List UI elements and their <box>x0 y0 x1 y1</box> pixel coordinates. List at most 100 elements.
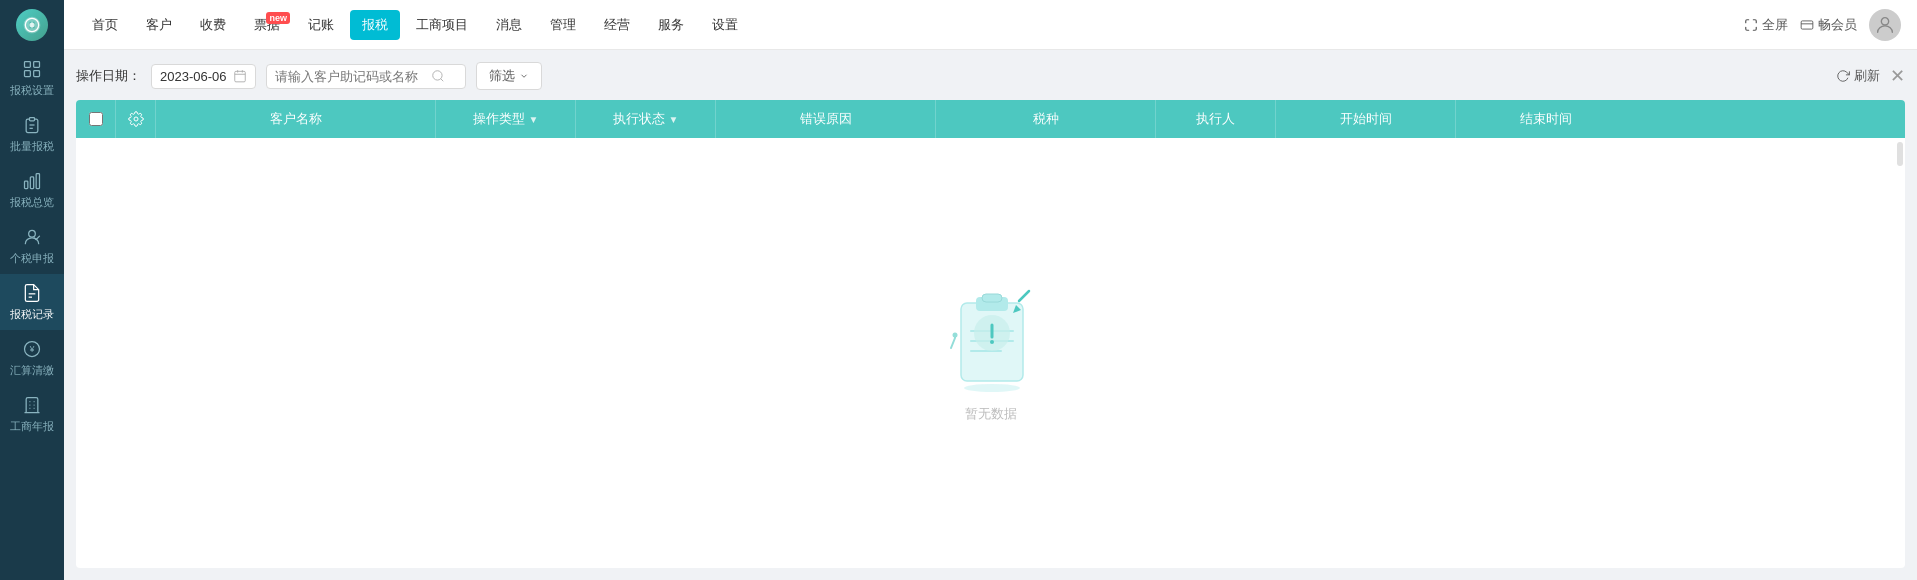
fullscreen-icon <box>1744 18 1758 32</box>
filter-label: 筛选 <box>489 67 515 85</box>
refresh-icon <box>1836 69 1850 83</box>
th-error-reason: 错误原因 <box>716 100 936 138</box>
search-input[interactable] <box>275 69 425 84</box>
th-gear[interactable] <box>116 100 156 138</box>
nav-item-xiaoxi[interactable]: 消息 <box>484 10 534 40</box>
piaoju-badge: new <box>266 12 290 24</box>
th-customer-name: 客户名称 <box>156 100 436 138</box>
th-executor: 执行人 <box>1156 100 1276 138</box>
sidebar-item-label: 汇算清缴 <box>10 363 54 378</box>
filter-button[interactable]: 筛选 <box>476 62 542 90</box>
sidebar-item-label: 报税总览 <box>10 195 54 210</box>
page-body: 操作日期： 2023-06-06 <box>64 50 1917 580</box>
nav-items: 首页 客户 收费 票据 new 记账 报税 工商项目 消息 <box>80 10 1744 40</box>
refresh-label: 刷新 <box>1854 67 1880 85</box>
logo-icon <box>16 9 48 41</box>
calendar-icon <box>233 69 247 83</box>
table-container: 客户名称 操作类型 ▼ 执行状态 ▼ 错误原因 税种 <box>76 100 1905 568</box>
sidebar-item-baoshui-jilu[interactable]: 报税记录 <box>0 274 64 330</box>
svg-rect-18 <box>234 71 245 82</box>
svg-point-22 <box>432 71 441 80</box>
svg-point-11 <box>29 230 36 237</box>
nav-item-kehu[interactable]: 客户 <box>134 10 184 40</box>
nav-item-piaoju[interactable]: 票据 new <box>242 10 292 40</box>
chevron-down-icon <box>519 71 529 81</box>
svg-rect-10 <box>36 174 39 189</box>
toolbar: 操作日期： 2023-06-06 <box>76 62 1905 90</box>
nav-item-jingying[interactable]: 经营 <box>592 10 642 40</box>
nav-item-shouye[interactable]: 首页 <box>80 10 130 40</box>
baoshui-jilu-icon <box>21 282 43 304</box>
sidebar-item-baoshui-zonglan[interactable]: 报税总览 <box>0 162 64 218</box>
nav-item-gongshang-xiangmu[interactable]: 工商项目 <box>404 10 480 40</box>
date-picker[interactable]: 2023-06-06 <box>151 64 256 89</box>
topnav: 首页 客户 收费 票据 new 记账 报税 工商项目 消息 <box>64 0 1917 50</box>
sidebar-item-piliang-baoshui[interactable]: 批量报税 <box>0 106 64 162</box>
sidebar-item-geshui-shenbao[interactable]: 个税申报 <box>0 218 64 274</box>
svg-line-23 <box>440 79 443 82</box>
content-area: 操作日期： 2023-06-06 <box>64 50 1917 580</box>
refresh-button[interactable]: 刷新 <box>1836 67 1880 85</box>
select-all-checkbox[interactable] <box>89 112 103 126</box>
svg-point-24 <box>134 117 138 121</box>
sidebar-item-label: 报税记录 <box>10 307 54 322</box>
scrollbar-thumb[interactable] <box>1897 142 1903 166</box>
search-icon <box>431 69 445 83</box>
nav-item-fuwu[interactable]: 服务 <box>646 10 696 40</box>
svg-text:¥: ¥ <box>29 344 35 354</box>
empty-state: 暂无数据 <box>901 243 1081 463</box>
nav-item-shoufei[interactable]: 收费 <box>188 10 238 40</box>
topnav-right: 全屏 畅会员 <box>1744 9 1901 41</box>
svg-rect-4 <box>34 71 40 77</box>
gongshang-nianbao-icon <box>21 394 43 416</box>
nav-item-jizhang[interactable]: 记账 <box>296 10 346 40</box>
member-button[interactable]: 畅会员 <box>1800 16 1857 34</box>
table-header: 客户名称 操作类型 ▼ 执行状态 ▼ 错误原因 税种 <box>76 100 1905 138</box>
svg-point-36 <box>964 384 1020 392</box>
empty-text: 暂无数据 <box>965 405 1017 423</box>
svg-rect-8 <box>25 181 28 189</box>
sidebar-item-label: 批量报税 <box>10 139 54 154</box>
svg-rect-1 <box>25 62 31 68</box>
sidebar-item-gongshang-nianbao[interactable]: 工商年报 <box>0 386 64 442</box>
th-end-time: 结束时间 <box>1456 100 1636 138</box>
svg-rect-3 <box>25 71 31 77</box>
close-button[interactable]: ✕ <box>1890 67 1905 85</box>
svg-line-37 <box>951 338 955 348</box>
sidebar-item-baoshui-shezhi[interactable]: 报税设置 <box>0 50 64 106</box>
nav-item-guanli[interactable]: 管理 <box>538 10 588 40</box>
svg-point-38 <box>952 333 957 338</box>
table-body: 暂无数据 <box>76 138 1905 568</box>
svg-rect-9 <box>30 177 33 189</box>
sort-icon-exec-status: ▼ <box>669 114 679 125</box>
sidebar-item-label: 工商年报 <box>10 419 54 434</box>
date-value: 2023-06-06 <box>160 69 227 84</box>
fullscreen-label: 全屏 <box>1762 16 1788 34</box>
huisuan-jiaona-icon: ¥ <box>21 338 43 360</box>
empty-illustration <box>941 283 1041 393</box>
sidebar-item-huisuan-jiaona[interactable]: ¥ 汇算清缴 <box>0 330 64 386</box>
gear-icon <box>128 111 144 127</box>
user-avatar[interactable] <box>1869 9 1901 41</box>
svg-rect-27 <box>982 294 1002 302</box>
sidebar-item-label: 个税申报 <box>10 251 54 266</box>
nav-item-baoshui[interactable]: 报税 <box>350 10 400 40</box>
th-checkbox[interactable] <box>76 100 116 138</box>
geshui-shenbao-icon <box>21 226 43 248</box>
th-exec-status[interactable]: 执行状态 ▼ <box>576 100 716 138</box>
svg-point-17 <box>1881 17 1888 24</box>
th-tax-type: 税种 <box>936 100 1156 138</box>
svg-line-34 <box>1019 291 1029 301</box>
date-label: 操作日期： <box>76 67 141 85</box>
piliang-baoshui-icon <box>21 114 43 136</box>
baoshui-zonglan-icon <box>21 170 43 192</box>
svg-rect-16 <box>1801 20 1813 28</box>
svg-point-33 <box>990 340 994 344</box>
logo <box>0 0 64 50</box>
main-wrapper: 首页 客户 收费 票据 new 记账 报税 工商项目 消息 <box>64 0 1917 580</box>
svg-point-0 <box>30 23 35 28</box>
th-operation-type[interactable]: 操作类型 ▼ <box>436 100 576 138</box>
member-label: 畅会员 <box>1818 16 1857 34</box>
nav-item-shezhi[interactable]: 设置 <box>700 10 750 40</box>
fullscreen-button[interactable]: 全屏 <box>1744 16 1788 34</box>
